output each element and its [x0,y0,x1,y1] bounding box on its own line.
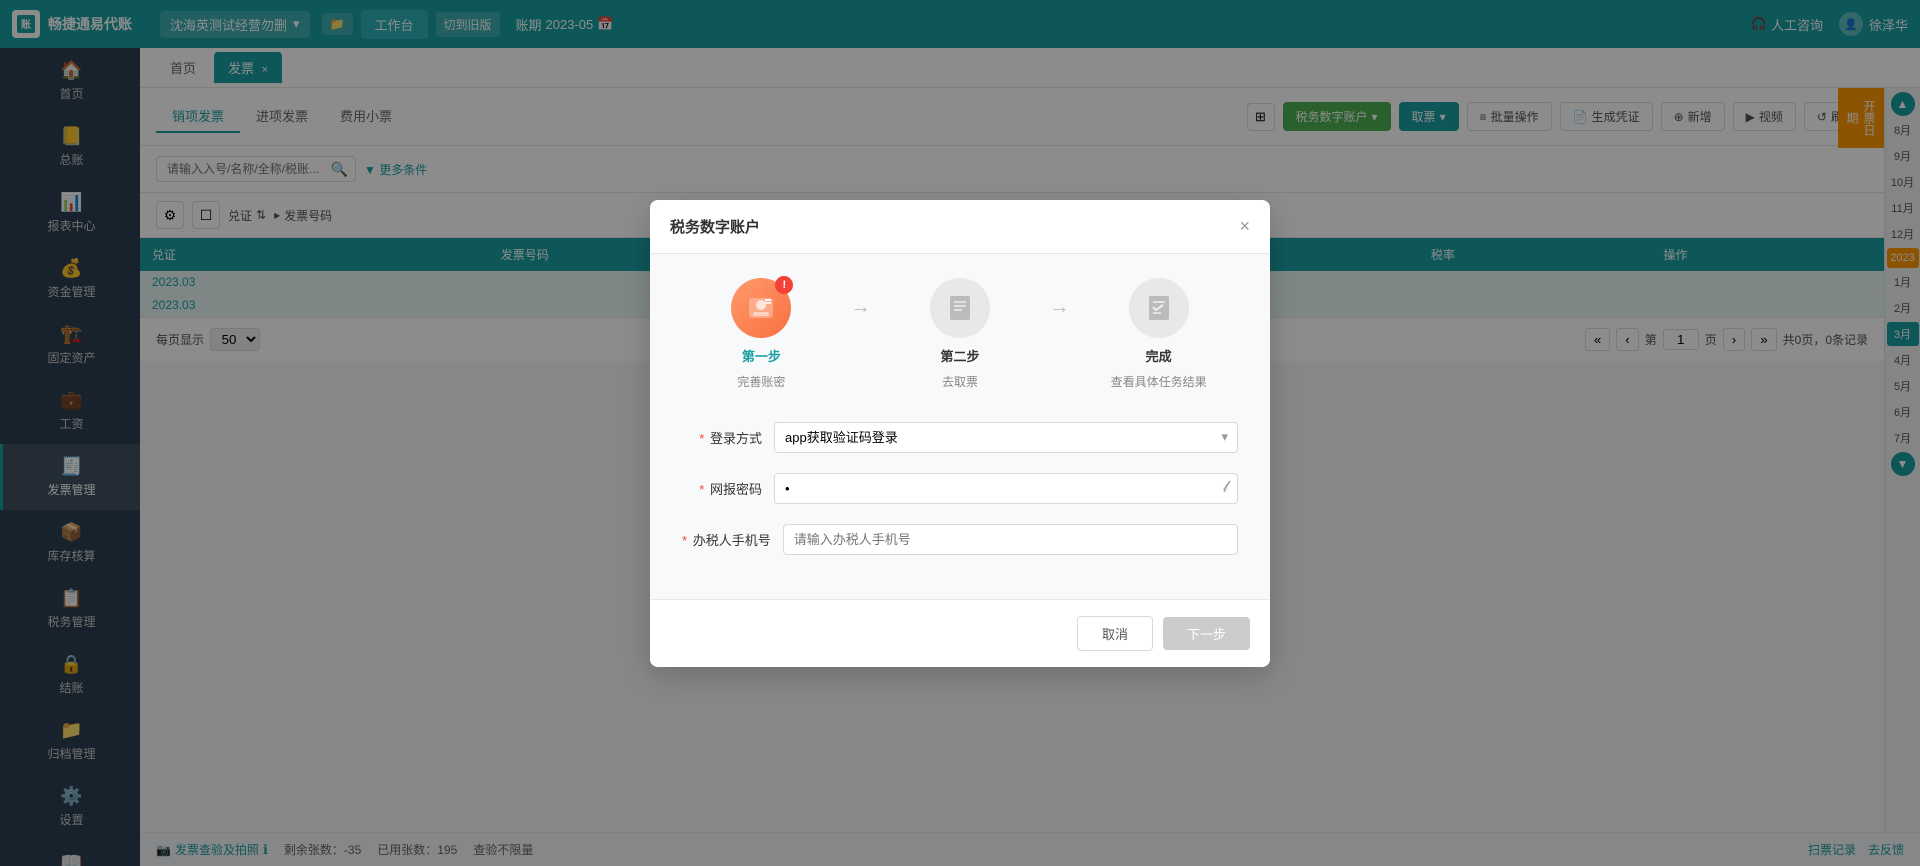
password-wrap: 𝓁 [774,473,1238,504]
login-method-select-wrap: app获取验证码登录 账号密码登录 ▾ [774,422,1238,453]
modal-dialog: 税务数字账户 × ! [650,200,1270,667]
phone-label: * 办税人手机号 [682,530,771,549]
step-arrow-1: → [841,278,881,319]
modal-header: 税务数字账户 × [650,200,1270,254]
step-3-sublabel: 查看具体任务结果 [1111,373,1207,390]
modal-close-button[interactable]: × [1239,216,1250,237]
modal-overlay: 税务数字账户 × ! [0,0,1920,866]
login-method-row: * 登录方式 app获取验证码登录 账号密码登录 ▾ [682,422,1238,453]
step-arrow-2: → [1039,278,1079,319]
step-2-label: 第二步 [941,346,980,365]
login-method-select[interactable]: app获取验证码登录 账号密码登录 [774,422,1238,453]
step-1-badge: ! [775,276,793,294]
step-1-label: 第一步 [742,346,781,365]
step-3-label: 完成 [1146,346,1172,365]
steps-row: ! 第一步 完善账密 → 第二步 [682,278,1238,390]
step-2-icon [930,278,990,338]
login-method-label: * 登录方式 [682,428,762,447]
modal-title: 税务数字账户 [670,216,760,237]
modal-footer: 取消 下一步 [650,599,1270,667]
cancel-button[interactable]: 取消 [1077,616,1153,651]
phone-row: * 办税人手机号 [682,524,1238,555]
step-1-icon: ! [731,278,791,338]
password-row: * 网报密码 𝓁 [682,473,1238,504]
password-label: * 网报密码 [682,479,762,498]
phone-input[interactable] [783,524,1238,555]
password-input[interactable] [774,473,1238,504]
next-button[interactable]: 下一步 [1163,617,1250,650]
eye-icon[interactable]: 𝓁 [1223,479,1228,497]
step-1-sublabel: 完善账密 [737,373,785,390]
step-3-icon [1129,278,1189,338]
step-1: ! 第一步 完善账密 [682,278,841,390]
step-2-sublabel: 去取票 [942,373,978,390]
modal-body: ! 第一步 完善账密 → 第二步 [650,254,1270,599]
step-3: 完成 查看具体任务结果 [1079,278,1238,390]
step-2: 第二步 去取票 [881,278,1040,390]
